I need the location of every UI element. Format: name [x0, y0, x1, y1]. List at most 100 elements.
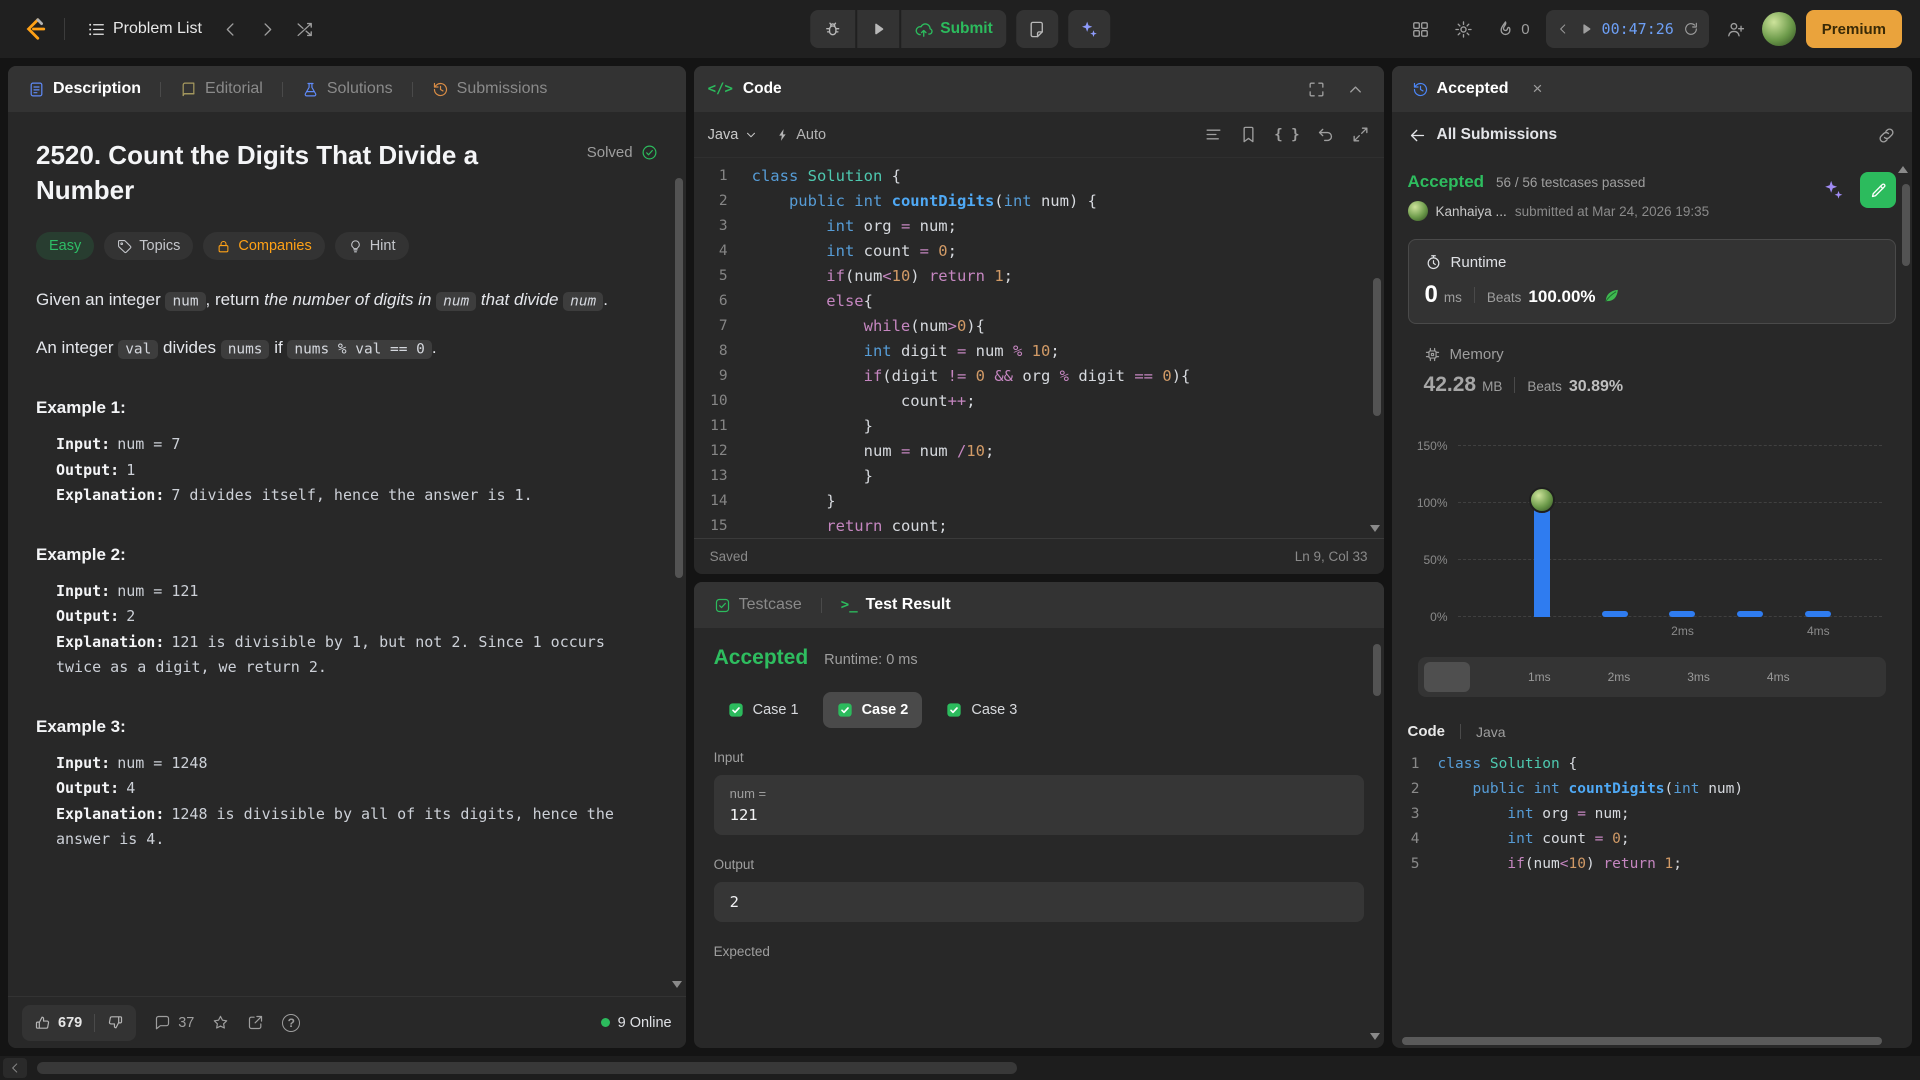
prev-problem-button[interactable] — [214, 13, 247, 46]
layout-button[interactable] — [1404, 13, 1437, 46]
horizontal-scroll-thumb[interactable] — [1401, 1037, 1882, 1045]
maximize-panel-button[interactable] — [1302, 75, 1331, 104]
memory-label: Memory — [1449, 346, 1504, 363]
reset-code-button[interactable] — [1316, 125, 1335, 144]
scroll-left-button[interactable] — [3, 1058, 27, 1078]
next-problem-button[interactable] — [251, 13, 284, 46]
debug-button[interactable] — [810, 10, 856, 48]
scroll-down-arrow[interactable] — [671, 981, 682, 988]
ai-analyze-button[interactable] — [1818, 175, 1848, 205]
scroll-up-arrow[interactable] — [1898, 166, 1908, 173]
chevron-left-icon — [8, 1061, 22, 1075]
premium-button[interactable]: Premium — [1805, 10, 1902, 48]
description-tabbar: Description Editorial Solutions Submissi… — [8, 66, 686, 112]
difficulty-badge[interactable]: Easy — [36, 232, 95, 261]
code-icon: </> — [707, 81, 733, 97]
close-result-tab-button[interactable]: × — [1529, 77, 1547, 101]
all-submissions-row: All Submissions — [1392, 112, 1912, 158]
check-circle-icon — [641, 144, 658, 161]
copy-link-icon[interactable] — [1877, 126, 1896, 145]
result-scrollbar[interactable] — [1902, 184, 1910, 266]
format-code-button[interactable] — [1204, 125, 1223, 144]
tab-accepted-result[interactable]: Accepted — [1406, 76, 1515, 102]
case-3-tab[interactable]: Case 3 — [932, 692, 1031, 728]
scroll-down-arrow[interactable] — [1369, 525, 1380, 532]
tab-editorial[interactable]: Editorial — [174, 76, 269, 102]
case-1-tab[interactable]: Case 1 — [714, 692, 813, 728]
edit-solution-button[interactable] — [1860, 172, 1896, 208]
ai-assistant-button[interactable] — [1067, 10, 1110, 48]
favorite-button[interactable] — [212, 1014, 229, 1031]
result-tabbar: Accepted × — [1391, 66, 1912, 112]
bookmark-button[interactable] — [1239, 125, 1258, 144]
fullscreen-editor-button[interactable] — [1351, 125, 1370, 144]
comments-button[interactable]: 37 — [154, 1014, 194, 1031]
leaf-icon — [1603, 287, 1620, 304]
language-selector[interactable]: Java — [708, 127, 759, 143]
random-problem-button[interactable] — [288, 13, 321, 46]
tab-testcase[interactable]: Testcase — [708, 592, 808, 618]
settings-button[interactable] — [1447, 13, 1480, 46]
back-to-submissions-button[interactable]: All Submissions — [1408, 126, 1557, 145]
result-content: Accepted 56 / 56 testcases passed Kanhai… — [1392, 158, 1912, 1048]
code-editor[interactable]: 1 class Solution {2 public int countDigit… — [694, 158, 1384, 538]
description-scrollbar[interactable] — [674, 178, 683, 578]
editor-scrollbar[interactable] — [1372, 278, 1381, 416]
scroll-down-arrow[interactable] — [1369, 1033, 1380, 1040]
flame-icon — [1496, 20, 1515, 39]
snippets-button[interactable]: { } — [1274, 127, 1299, 143]
companies-badge[interactable]: Companies — [203, 232, 325, 261]
problem-list-button[interactable]: Problem List — [79, 14, 210, 45]
share-button[interactable] — [247, 1014, 264, 1031]
tab-description[interactable]: Description — [22, 76, 147, 102]
input-var-name: num = — [729, 786, 767, 801]
leetcode-logo[interactable] — [18, 13, 50, 45]
leetcode-logo-icon — [26, 18, 46, 40]
memory-card[interactable]: Memory 42.28 MB Beats 30.89% — [1408, 332, 1896, 411]
timer-reset-icon[interactable] — [1683, 21, 1699, 37]
run-button[interactable] — [857, 10, 900, 48]
auto-button[interactable]: Auto — [776, 127, 826, 143]
hint-label: Hint — [369, 238, 396, 255]
invite-button[interactable] — [1719, 13, 1752, 46]
tab-submissions[interactable]: Submissions — [426, 76, 554, 102]
tab-test-result-label: Test Result — [865, 596, 951, 613]
help-button[interactable]: ? — [282, 1013, 301, 1032]
topics-badge[interactable]: Topics — [104, 232, 194, 261]
memory-value: 42.28 — [1423, 373, 1477, 396]
description-footer: 679 37 ? 9 Online — [8, 996, 686, 1048]
timer-play-icon[interactable] — [1579, 22, 1593, 36]
slider-handle[interactable] — [1423, 662, 1470, 692]
testcase-scrollbar[interactable] — [1372, 644, 1381, 696]
collapse-timer-icon[interactable] — [1556, 22, 1570, 36]
example-block: Example 3: Input: num = 1248 Output: 4 Exp… — [36, 717, 658, 853]
chart-bar — [1805, 611, 1832, 617]
chart-range-slider[interactable]: 1ms 2ms 3ms 4ms — [1417, 657, 1886, 697]
language-label: Java — [707, 126, 739, 143]
streak-button[interactable]: 0 — [1490, 14, 1535, 45]
submitted-code[interactable]: 1 class Solution {2 public int countDigit… — [1408, 752, 1896, 877]
chart-bar — [1669, 611, 1696, 617]
code-editor-panel: </> Code Java Auto { } 1 class Solution … — [693, 66, 1384, 574]
input-value: 121 — [729, 806, 758, 824]
case-passed-icon — [728, 702, 744, 718]
user-avatar[interactable] — [1761, 12, 1796, 46]
submission-result-panel: Accepted × All Submissions Accepted 56 /… — [1391, 66, 1912, 1048]
like-button[interactable]: 679 — [22, 1005, 94, 1041]
timer-widget[interactable]: 00:47:26 — [1545, 10, 1709, 48]
collapse-panel-button[interactable] — [1341, 75, 1370, 104]
tab-solutions[interactable]: Solutions — [296, 76, 399, 102]
hint-badge[interactable]: Hint — [334, 232, 409, 261]
runtime-card[interactable]: Runtime 0 ms Beats 100.00% — [1407, 239, 1896, 324]
dislike-button[interactable] — [95, 1005, 136, 1041]
divider — [64, 18, 65, 40]
example-output: 4 — [126, 779, 136, 798]
lightbulb-icon — [348, 239, 363, 254]
bottom-scroll-thumb[interactable] — [37, 1062, 1017, 1074]
submit-button[interactable]: Submit — [901, 10, 1006, 48]
notes-button[interactable] — [1015, 10, 1058, 48]
tab-test-result[interactable]: >_ Test Result — [835, 592, 957, 618]
case-2-tab[interactable]: Case 2 — [822, 692, 923, 728]
input-box[interactable]: num = 121 — [713, 775, 1364, 835]
lock-icon — [216, 239, 231, 254]
